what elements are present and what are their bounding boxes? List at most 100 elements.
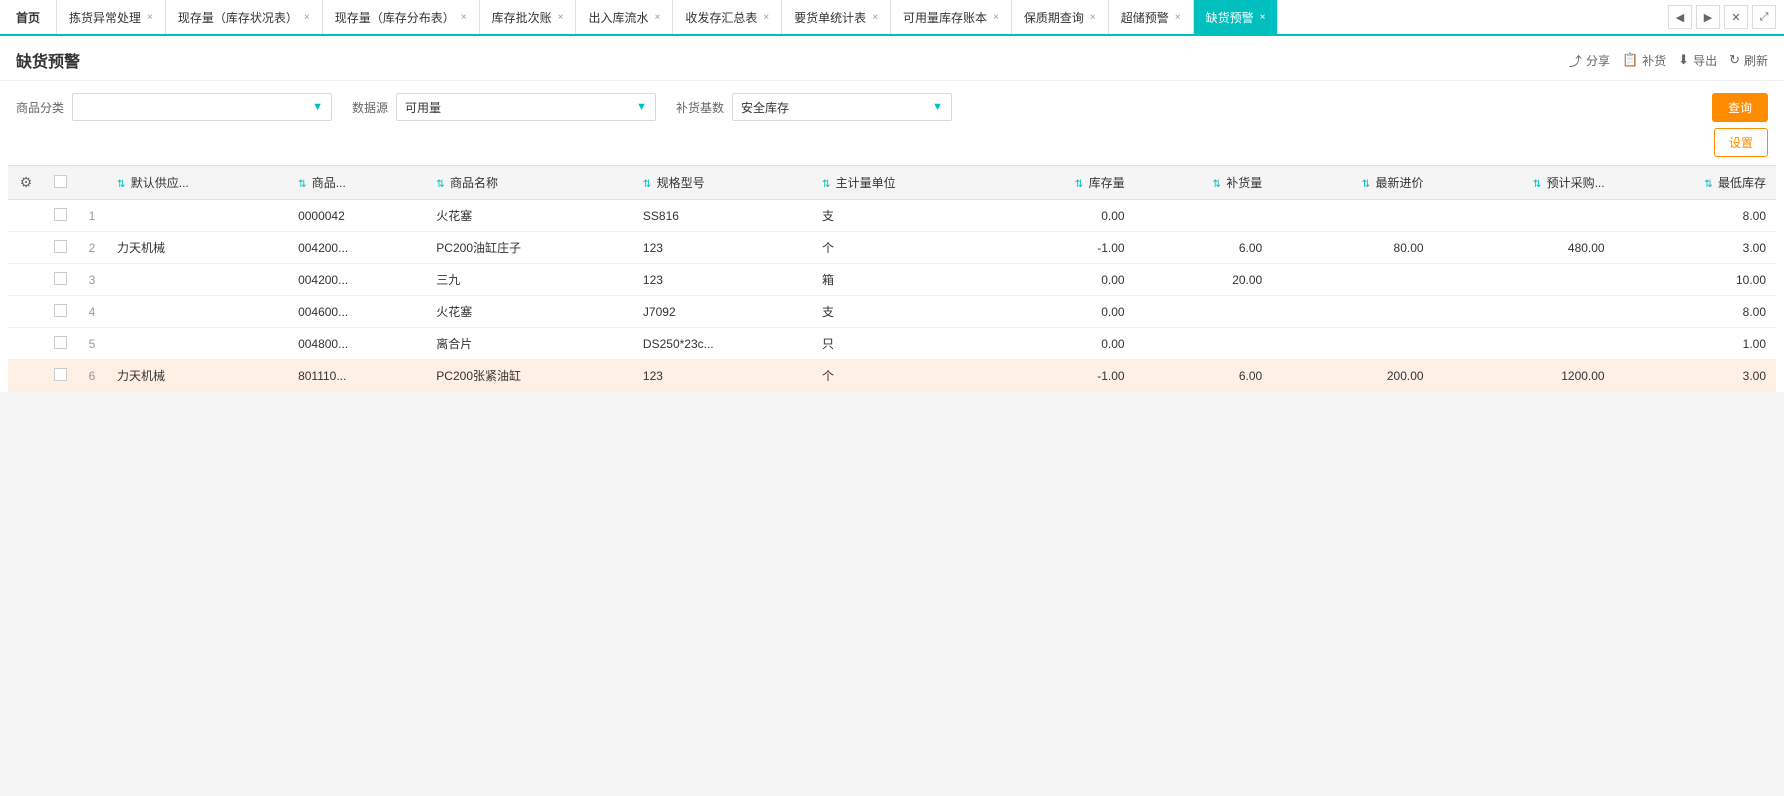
replenish-button[interactable]: 📋 补货: [1622, 52, 1666, 69]
tab-shortage[interactable]: 缺货预警 ×: [1194, 0, 1279, 34]
row-checkbox[interactable]: [54, 208, 67, 221]
row-checkbox-cell: [44, 264, 77, 296]
filter-datasource: 数据源 可用量 ▼: [352, 93, 656, 121]
column-supplier[interactable]: ⇅ 默认供应...: [107, 166, 288, 200]
row-product-name: PC200油缸庄子: [426, 232, 633, 264]
close-tab-shortage[interactable]: ×: [1260, 12, 1266, 23]
row-unit: 支: [812, 200, 997, 232]
row-est-purchase: [1434, 328, 1615, 360]
category-caret-icon: ▼: [312, 101, 323, 113]
filter-replenish-basis: 补货基数 安全库存 ▼: [676, 93, 952, 121]
row-min-stock: 3.00: [1615, 232, 1776, 264]
table-row[interactable]: 2 力天机械 004200... PC200油缸庄子 123 个 -1.00 6…: [8, 232, 1776, 264]
row-checkbox[interactable]: [54, 272, 67, 285]
close-tab-inventory-status[interactable]: ×: [304, 12, 310, 23]
row-checkbox-cell: [44, 200, 77, 232]
row-est-purchase: 1200.00: [1434, 360, 1615, 392]
column-unit[interactable]: ⇅ 主计量单位: [812, 166, 997, 200]
export-button[interactable]: ⬇ 导出: [1678, 52, 1717, 69]
share-button[interactable]: ⤴ 分享: [1569, 51, 1610, 70]
close-tab-expiry-query[interactable]: ×: [1090, 12, 1096, 23]
tab-demand-stats[interactable]: 要货单统计表 ×: [782, 0, 891, 34]
row-product-code: 004200...: [288, 264, 426, 296]
row-num: 1: [77, 200, 107, 232]
refresh-button[interactable]: ↻ 刷新: [1729, 52, 1768, 69]
tab-expiry-query[interactable]: 保质期查询 ×: [1012, 0, 1109, 34]
row-stock: -1.00: [997, 232, 1135, 264]
tab-inout-flow[interactable]: 出入库流水 ×: [576, 0, 673, 34]
close-tab-batch-account[interactable]: ×: [558, 12, 564, 23]
tab-inventory-dist[interactable]: 现存量（库存分布表） ×: [323, 0, 480, 34]
category-select[interactable]: ▼: [72, 93, 332, 121]
row-settings-cell: [8, 296, 44, 328]
tab-home[interactable]: 首页: [0, 0, 57, 34]
row-replenish-qty: [1135, 200, 1273, 232]
row-min-stock: 8.00: [1615, 200, 1776, 232]
row-unit: 箱: [812, 264, 997, 296]
tab-controls: ◀ ▶ ✕ ⤢: [1660, 5, 1784, 29]
row-product-name: 火花塞: [426, 296, 633, 328]
row-product-name: PC200张紧油缸: [426, 360, 633, 392]
column-min-stock[interactable]: ⇅ 最低库存: [1615, 166, 1776, 200]
column-est-purchase[interactable]: ⇅ 预计采购...: [1434, 166, 1615, 200]
sort-min-icon: ⇅: [1704, 179, 1712, 190]
row-min-stock: 8.00: [1615, 296, 1776, 328]
row-checkbox[interactable]: [54, 240, 67, 253]
column-latest-price[interactable]: ⇅ 最新进价: [1272, 166, 1433, 200]
table-row[interactable]: 4 004600... 火花塞 J7092 支 0.00 8.00: [8, 296, 1776, 328]
row-checkbox[interactable]: [54, 336, 67, 349]
datasource-caret-icon: ▼: [636, 101, 647, 113]
close-tab-overstock[interactable]: ×: [1175, 12, 1181, 23]
tab-abnormal[interactable]: 拣货异常处理 ×: [57, 0, 166, 34]
column-rownum: [77, 166, 107, 200]
close-tab-inventory-dist[interactable]: ×: [461, 12, 467, 23]
column-product-name[interactable]: ⇅ 商品名称: [426, 166, 633, 200]
tab-prev-button[interactable]: ◀: [1668, 5, 1692, 29]
settings-gear-icon[interactable]: ⚙: [20, 174, 33, 190]
tab-overstock[interactable]: 超储预警 ×: [1109, 0, 1194, 34]
tab-available-ledger[interactable]: 可用量库存账本 ×: [891, 0, 1012, 34]
row-checkbox[interactable]: [54, 368, 67, 381]
column-settings[interactable]: ⚙: [8, 166, 44, 200]
replenish-select[interactable]: 安全库存 ▼: [732, 93, 952, 121]
table-row[interactable]: 1 0000042 火花塞 SS816 支 0.00 8.00: [8, 200, 1776, 232]
table-row[interactable]: 6 力天机械 801110... PC200张紧油缸 123 个 -1.00 6…: [8, 360, 1776, 392]
close-tab-demand-stats[interactable]: ×: [872, 12, 878, 23]
row-checkbox-cell: [44, 232, 77, 264]
row-latest-price: [1272, 328, 1433, 360]
refresh-icon: ↻: [1729, 52, 1740, 68]
table-row[interactable]: 5 004800... 离合片 DS250*23c... 只 0.00 1.00: [8, 328, 1776, 360]
datasource-select[interactable]: 可用量 ▼: [396, 93, 656, 121]
tab-receipt-summary[interactable]: 收发存汇总表 ×: [673, 0, 782, 34]
row-product-code: 004600...: [288, 296, 426, 328]
row-min-stock: 1.00: [1615, 328, 1776, 360]
tab-next-button[interactable]: ▶: [1696, 5, 1720, 29]
main-content: 缺货预警 ⤴ 分享 📋 补货 ⬇ 导出 ↻ 刷新 商品分类: [0, 36, 1784, 392]
sort-code-icon: ⇅: [298, 179, 306, 190]
tab-close-all-button[interactable]: ✕: [1724, 5, 1748, 29]
settings-button[interactable]: 设置: [1714, 128, 1768, 157]
tab-batch-account[interactable]: 库存批次账 ×: [480, 0, 577, 34]
close-tab-available-ledger[interactable]: ×: [993, 12, 999, 23]
column-stock[interactable]: ⇅ 库存量: [997, 166, 1135, 200]
row-settings-cell: [8, 264, 44, 296]
row-latest-price: 200.00: [1272, 360, 1433, 392]
select-all-checkbox[interactable]: [54, 175, 67, 188]
tab-expand-button[interactable]: ⤢: [1752, 5, 1776, 29]
column-replenish-qty[interactable]: ⇅ 补货量: [1135, 166, 1273, 200]
tab-inventory-status[interactable]: 现存量（库存状况表） ×: [166, 0, 323, 34]
table-row[interactable]: 3 004200... 三九 123 箱 0.00 20.00 10.00: [8, 264, 1776, 296]
row-supplier: 力天机械: [107, 360, 288, 392]
row-est-purchase: [1434, 200, 1615, 232]
close-tab-receipt-summary[interactable]: ×: [763, 12, 769, 23]
query-button[interactable]: 查询: [1712, 93, 1768, 122]
row-replenish-qty: [1135, 328, 1273, 360]
close-tab-inout-flow[interactable]: ×: [654, 12, 660, 23]
row-num: 5: [77, 328, 107, 360]
close-tab-abnormal[interactable]: ×: [147, 12, 153, 23]
row-checkbox-cell: [44, 296, 77, 328]
row-checkbox[interactable]: [54, 304, 67, 317]
column-product-code[interactable]: ⇅ 商品...: [288, 166, 426, 200]
datasource-value: 可用量: [405, 99, 441, 116]
column-spec[interactable]: ⇅ 规格型号: [633, 166, 812, 200]
